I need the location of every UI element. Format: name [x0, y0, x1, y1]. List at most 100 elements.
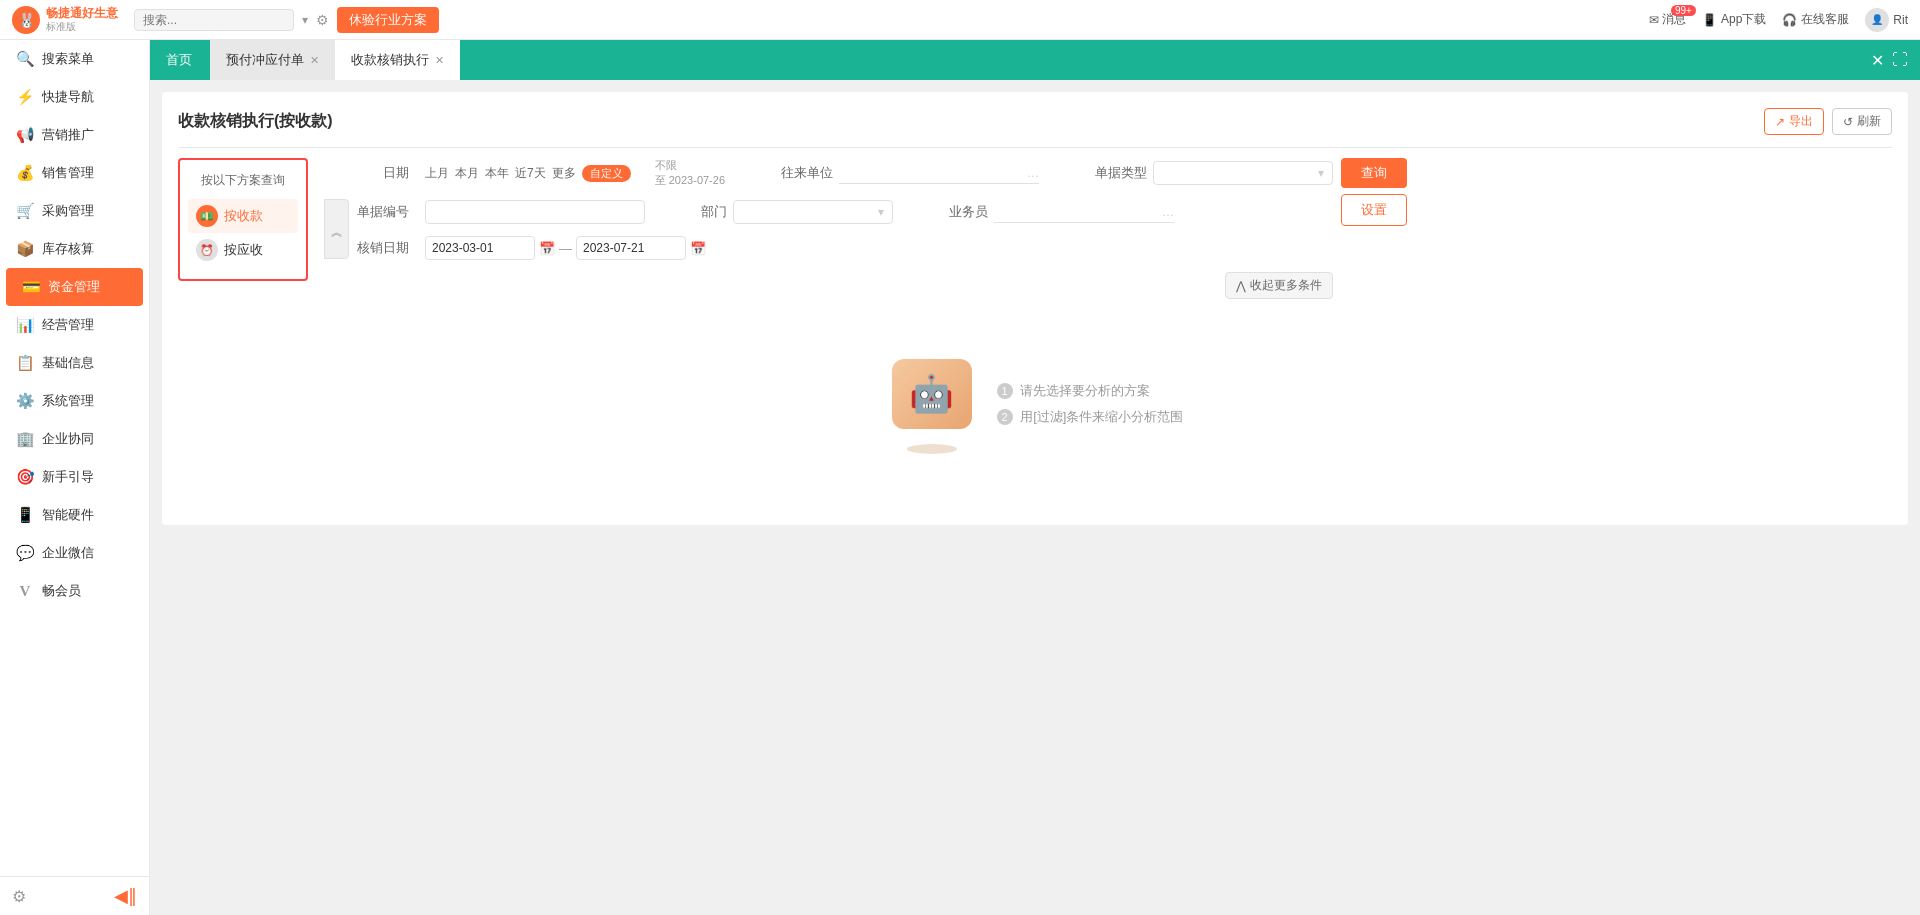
tab-expand-button[interactable]: ⛶	[1892, 51, 1908, 69]
filter-option-receivable-label: 按应收	[224, 241, 263, 259]
sidebar-item-search-menu[interactable]: 🔍 搜索菜单	[0, 40, 149, 78]
sidebar-item-basic-info[interactable]: 📋 基础信息	[0, 344, 149, 382]
date-this-year[interactable]: 本年	[485, 165, 509, 182]
username-label: Rit	[1893, 13, 1908, 27]
phone-icon: 📱	[1702, 13, 1717, 27]
tab-receipt-cancel-close[interactable]: ✕	[435, 54, 444, 67]
enterprise-icon: 🏢	[16, 430, 34, 448]
date-7days[interactable]: 近7天	[515, 165, 546, 182]
finance-icon: 💳	[22, 278, 40, 296]
sidebar-label-sales: 销售管理	[42, 164, 94, 182]
header-search-input[interactable]	[134, 9, 294, 31]
tab-prepay[interactable]: 预付冲应付单 ✕	[210, 40, 335, 80]
tab-home[interactable]: 首页	[150, 40, 208, 80]
tab-close-button[interactable]: ✕	[1871, 51, 1884, 70]
filter-option-by-receipt[interactable]: 💵 按收款	[188, 199, 298, 233]
message-button[interactable]: ✉ 消息 99+	[1649, 11, 1686, 28]
sidebar-bottom: ⚙ ◀‖	[0, 876, 149, 915]
sidebar-item-sales[interactable]: 💰 销售管理	[0, 154, 149, 192]
export-button[interactable]: ↗ 导出	[1764, 108, 1824, 135]
sidebar-label-wechat: 企业微信	[42, 544, 94, 562]
refresh-button[interactable]: ↺ 刷新	[1832, 108, 1892, 135]
cancel-date-end-input[interactable]	[576, 236, 686, 260]
divider	[178, 147, 1892, 148]
sidebar-label-search-menu: 搜索菜单	[42, 50, 94, 68]
date-custom-badge[interactable]: 自定义	[582, 165, 631, 182]
sidebar-label-business: 经营管理	[42, 316, 94, 334]
staff-label: 业务员	[949, 203, 988, 221]
partner-input[interactable]: …	[839, 163, 1039, 184]
collapse-filter-sidebar-button[interactable]: 《	[324, 199, 349, 259]
export-label: 导出	[1789, 113, 1813, 130]
dept-select[interactable]: ▾	[733, 200, 893, 224]
sidebar-item-wechat[interactable]: 💬 企业微信	[0, 534, 149, 572]
date-this-month[interactable]: 本月	[455, 165, 479, 182]
sidebar-label-finance: 资金管理	[48, 278, 100, 296]
filter-fields: 日期 上月 本月 本年 近7天 更多 自定义	[349, 158, 1333, 299]
filter-sidebar-title: 按以下方案查询	[188, 172, 298, 189]
tab-home-label: 首页	[166, 51, 192, 69]
app-download-label: App下载	[1721, 11, 1766, 28]
app-download-button[interactable]: 📱 App下载	[1702, 11, 1766, 28]
sidebar-item-enterprise[interactable]: 🏢 企业协同	[0, 420, 149, 458]
sidebar-item-quick-nav[interactable]: ⚡ 快捷导航	[0, 78, 149, 116]
tab-prepay-label: 预付冲应付单	[226, 51, 304, 69]
sidebar-item-marketing[interactable]: 📢 营销推广	[0, 116, 149, 154]
basic-info-icon: 📋	[16, 354, 34, 372]
doc-type-label: 单据类型	[1095, 164, 1147, 182]
doc-type-select[interactable]: ▾	[1153, 161, 1333, 185]
sidebar-item-guide[interactable]: 🎯 新手引导	[0, 458, 149, 496]
sidebar-label-inventory: 库存核算	[42, 240, 94, 258]
sidebar-item-smart-hw[interactable]: 📱 智能硬件	[0, 496, 149, 534]
calendar-start-icon[interactable]: 📅	[539, 241, 555, 256]
app-name: 畅捷通好生意	[46, 6, 118, 20]
refresh-label: 刷新	[1857, 113, 1881, 130]
sidebar-label-marketing: 营销推广	[42, 126, 94, 144]
sidebar-item-business[interactable]: 📊 经营管理	[0, 306, 149, 344]
sidebar-item-vip[interactable]: V 畅会员	[0, 572, 149, 610]
user-avatar-area[interactable]: 👤 Rit	[1865, 8, 1908, 32]
collapse-more-button[interactable]: ⋀ 收起更多条件	[1225, 272, 1333, 299]
staff-input[interactable]: …	[994, 202, 1174, 223]
quick-nav-icon: ⚡	[16, 88, 34, 106]
sidebar-item-finance[interactable]: 💳 资金管理	[6, 268, 143, 306]
online-service-button[interactable]: 🎧 在线客服	[1782, 11, 1849, 28]
collapse-sidebar-button[interactable]: ◀‖	[114, 885, 137, 907]
sidebar: 🔍 搜索菜单 ⚡ 快捷导航 📢 营销推广 💰 销售管理 🛒 采购管理 📦 库存核…	[0, 40, 150, 915]
cancel-date-start-input[interactable]	[425, 236, 535, 260]
marketing-icon: 📢	[16, 126, 34, 144]
filter-option-receipt-label: 按收款	[224, 207, 263, 225]
date-shortcuts: 上月 本月 本年 近7天 更多 自定义	[425, 165, 631, 182]
industry-button[interactable]: 休验行业方案	[337, 7, 439, 33]
empty-tips: 1 请先选择要分析的方案 2 用[过滤]条件来缩小分析范围	[997, 378, 1184, 430]
collapse-more-label: 收起更多条件	[1250, 277, 1322, 294]
chevron-down-icon[interactable]: ▾	[302, 13, 308, 27]
date-more[interactable]: 更多	[552, 165, 576, 182]
page-title-bar: 收款核销执行(按收款) ↗ 导出 ↺ 刷新	[178, 108, 1892, 135]
doc-type-group: 单据类型 ▾	[1095, 161, 1333, 185]
query-button[interactable]: 查询	[1341, 158, 1407, 188]
export-icon: ↗	[1775, 115, 1785, 129]
empty-state: 🤖 1 请先选择要分析的方案 2 用[过滤]条件来缩小分析范围	[178, 299, 1892, 509]
sidebar-item-inventory[interactable]: 📦 库存核算	[0, 230, 149, 268]
message-icon: ✉	[1649, 13, 1659, 27]
filter-sidebar: 按以下方案查询 💵 按收款 ⏰ 按应收	[178, 158, 308, 281]
chevron-down-doc-type: ▾	[1318, 166, 1324, 180]
tab-prepay-close[interactable]: ✕	[310, 54, 319, 67]
gear-icon[interactable]: ⚙	[316, 12, 329, 28]
filter-body: 日期 上月 本月 本年 近7天 更多 自定义	[349, 158, 1407, 299]
sidebar-item-purchase[interactable]: 🛒 采购管理	[0, 192, 149, 230]
tab-receipt-cancel[interactable]: 收款核销执行 ✕	[335, 40, 460, 80]
sidebar-item-system[interactable]: ⚙️ 系统管理	[0, 382, 149, 420]
calendar-end-icon[interactable]: 📅	[690, 241, 706, 256]
sidebar-label-enterprise: 企业协同	[42, 430, 94, 448]
doc-no-input[interactable]	[425, 200, 645, 224]
business-icon: 📊	[16, 316, 34, 334]
filter-option-by-receivable[interactable]: ⏰ 按应收	[188, 233, 298, 267]
date-last-month[interactable]: 上月	[425, 165, 449, 182]
settings-bottom-icon[interactable]: ⚙	[12, 887, 26, 906]
cancel-date-label: 核销日期	[349, 239, 409, 257]
cancel-date-range: 📅 — 📅	[425, 236, 706, 260]
settings-button[interactable]: 设置	[1341, 194, 1407, 226]
filter-row-3: 核销日期 📅 — 📅	[349, 236, 1333, 260]
